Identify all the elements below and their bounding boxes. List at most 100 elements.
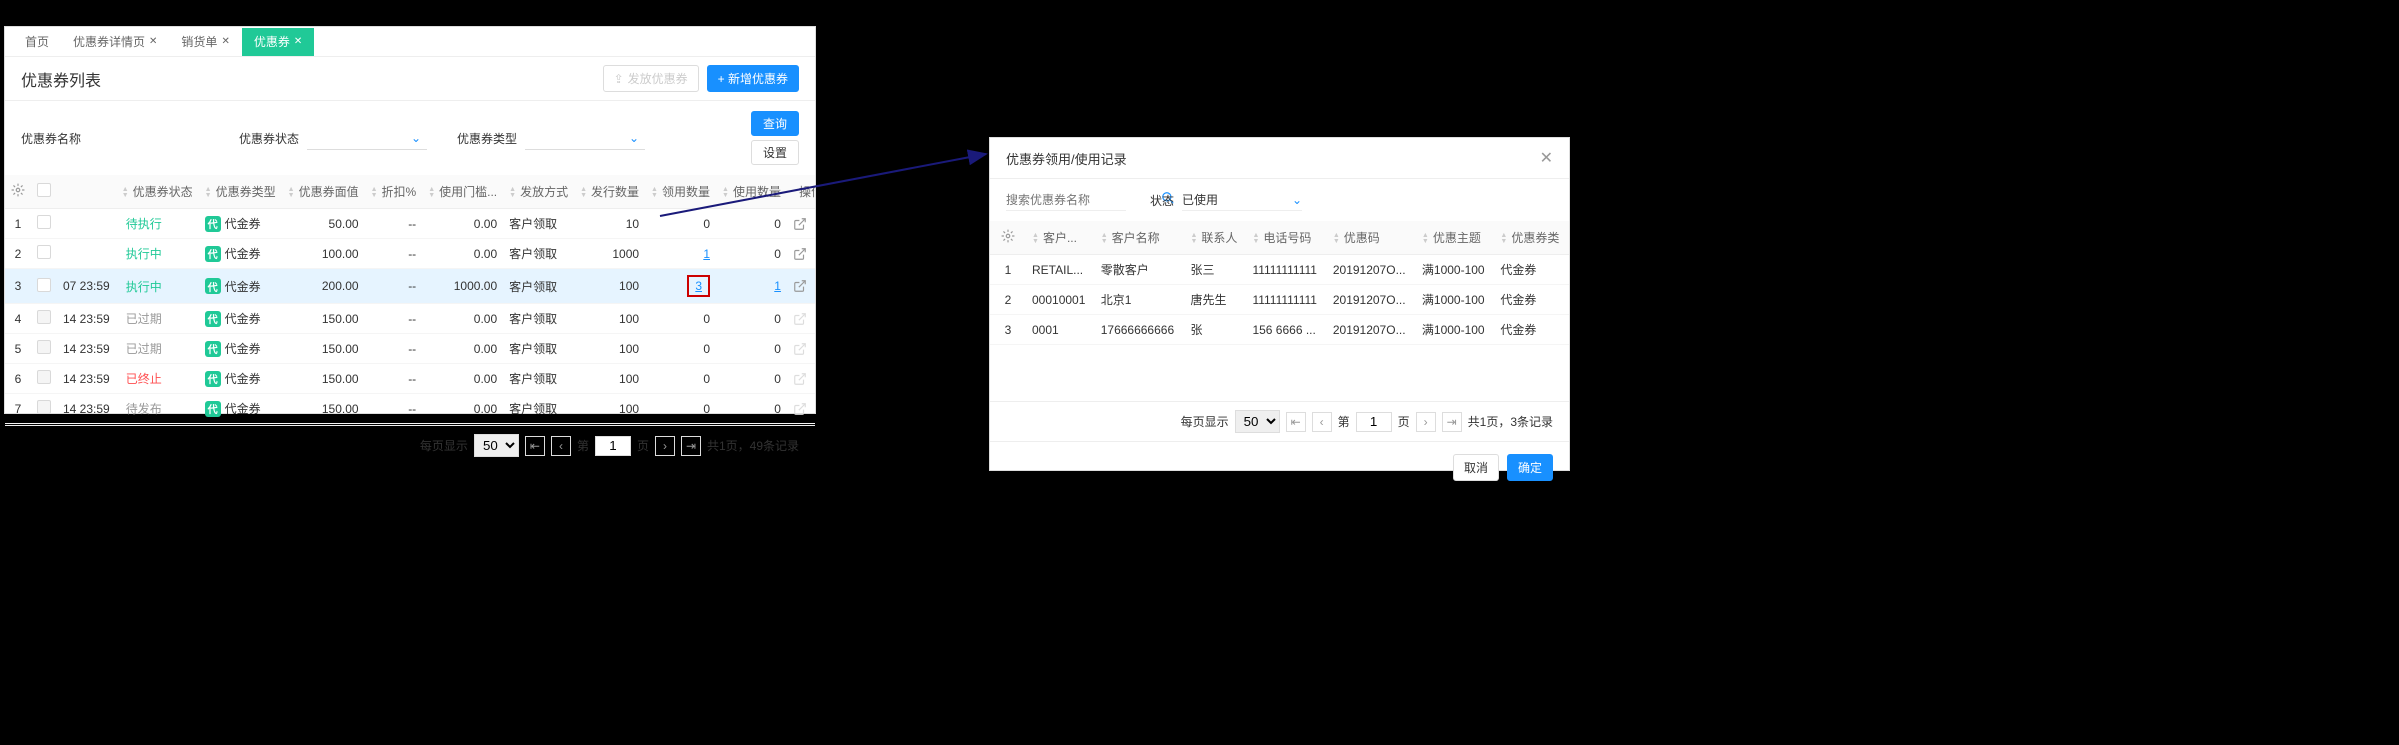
chevron-down-icon: ⌄	[629, 131, 639, 145]
type-select[interactable]: ⌄	[525, 126, 645, 150]
gear-icon[interactable]	[11, 183, 25, 197]
external-link-icon[interactable]	[793, 217, 807, 231]
sort-icon[interactable]	[722, 187, 729, 199]
filter-name: 优惠券名称	[21, 126, 209, 150]
sort-icon[interactable]	[1190, 233, 1197, 245]
select-all-checkbox[interactable]	[37, 183, 51, 197]
sort-icon[interactable]	[205, 187, 212, 199]
settings-button[interactable]: 设置	[751, 140, 799, 165]
prev-page-button[interactable]: ‹	[551, 436, 571, 456]
row-actions	[793, 342, 815, 356]
voucher-icon: 代	[205, 341, 221, 357]
use-link[interactable]: 1	[774, 279, 781, 293]
close-icon[interactable]: ✕	[221, 36, 229, 47]
table-row[interactable]: 614 23:59已终止代代金券150.00--0.00客户领取10000	[5, 364, 815, 394]
row-checkbox[interactable]	[37, 278, 51, 292]
status-badge: 已过期	[122, 340, 166, 357]
sort-icon[interactable]	[428, 187, 435, 199]
row-checkbox[interactable]	[37, 215, 51, 229]
tab-bar: 首页优惠券详情页✕销货单✕优惠券✕	[5, 27, 815, 57]
claim-link[interactable]: 3	[695, 279, 702, 293]
table-row[interactable]: 200010001北京1唐先生1111111111120191207O...满1…	[990, 285, 1569, 315]
status-badge: 已终止	[122, 370, 166, 387]
panel-header: 优惠券列表 ⇪ 发放优惠券 + 新增优惠券	[5, 57, 815, 101]
table-row[interactable]: 1RETAIL...零散客户张三1111111111120191207O...满…	[990, 255, 1569, 285]
sort-icon[interactable]	[1032, 233, 1039, 245]
table-row[interactable]: 2执行中代代金券100.00--0.00客户领取100010	[5, 239, 815, 269]
sort-icon[interactable]	[580, 187, 587, 199]
coupon-name-input[interactable]	[89, 126, 209, 150]
coupon-table: 优惠券状态 优惠券类型 优惠券面值 折扣% 使用门槛... 发放方式 发行数量 …	[5, 175, 815, 425]
external-link-icon	[793, 342, 807, 356]
search-input[interactable]	[1006, 193, 1161, 207]
sort-icon[interactable]	[122, 187, 129, 199]
close-icon[interactable]: ✕	[294, 36, 302, 47]
claim-link[interactable]: 1	[703, 247, 710, 261]
row-checkbox	[37, 310, 51, 324]
page-input[interactable]	[595, 436, 631, 456]
filter-bar: 优惠券名称 优惠券状态 ⌄ 优惠券类型 ⌄ 查询 设置	[5, 101, 815, 175]
external-link-icon[interactable]	[793, 247, 807, 261]
status-badge: 执行中	[122, 278, 166, 295]
usage-table: 客户... 客户名称 联系人 电话号码 优惠码 优惠主题 优惠券类 1RETAI…	[990, 221, 1569, 345]
status-badge: 已过期	[122, 310, 166, 327]
last-page-button[interactable]: ⇥	[681, 436, 701, 456]
distribute-coupon-button[interactable]: ⇪ 发放优惠券	[603, 65, 699, 92]
dialog-pagination: 每页显示 50 ⇤ ‹ 第 页 › ⇥ 共1页，3条记录	[990, 401, 1569, 441]
close-icon[interactable]: ✕	[1540, 148, 1553, 168]
cancel-button[interactable]: 取消	[1453, 454, 1499, 481]
sort-icon[interactable]	[509, 187, 516, 199]
page-size-select[interactable]: 50	[474, 434, 519, 457]
sort-icon[interactable]	[288, 187, 295, 199]
sort-icon[interactable]	[1333, 233, 1340, 245]
header-actions: ⇪ 发放优惠券 + 新增优惠券	[603, 65, 799, 92]
external-link-icon[interactable]	[793, 279, 807, 293]
status-select[interactable]: ⌄	[307, 126, 427, 150]
row-actions	[793, 279, 815, 293]
search-button[interactable]: 查询	[751, 111, 799, 136]
table-row[interactable]: 1待执行代代金券50.00--0.00客户领取1000	[5, 209, 815, 239]
dialog-header: 优惠券领用/使用记录 ✕	[990, 138, 1569, 179]
tab[interactable]: 优惠券详情页✕	[61, 28, 169, 56]
table-row[interactable]: 414 23:59已过期代代金券150.00--0.00客户领取10000	[5, 304, 815, 334]
first-page-button[interactable]: ⇤	[525, 436, 545, 456]
sort-icon[interactable]	[1252, 233, 1259, 245]
sort-icon[interactable]	[1500, 233, 1507, 245]
close-icon[interactable]: ✕	[149, 36, 157, 47]
next-page-button[interactable]: ›	[1416, 412, 1436, 432]
tab[interactable]: 优惠券✕	[242, 28, 314, 56]
table-row[interactable]: 514 23:59已过期代代金券150.00--0.00客户领取10000	[5, 334, 815, 364]
ok-button[interactable]: 确定	[1507, 454, 1553, 481]
tab[interactable]: 首页	[13, 28, 61, 56]
sort-icon[interactable]	[1422, 233, 1429, 245]
status-dropdown[interactable]: 已使用 ⌄	[1182, 189, 1302, 211]
last-page-button[interactable]: ⇥	[1442, 412, 1462, 432]
gear-icon[interactable]	[1001, 229, 1015, 243]
add-coupon-button[interactable]: + 新增优惠券	[707, 65, 799, 92]
table-row[interactable]: 714 23:59待发布代代金券150.00--0.00客户领取10000	[5, 394, 815, 424]
page-size-select[interactable]: 50	[1235, 410, 1280, 433]
first-page-button[interactable]: ⇤	[1286, 412, 1306, 432]
row-checkbox	[37, 370, 51, 384]
dialog-footer: 取消 确定	[990, 441, 1569, 493]
sort-icon[interactable]	[651, 187, 658, 199]
sort-icon[interactable]	[1101, 233, 1108, 245]
coupon-type: 代代金券	[205, 215, 261, 232]
coupon-type: 代代金券	[205, 310, 261, 327]
table-scroll[interactable]: 优惠券状态 优惠券类型 优惠券面值 折扣% 使用门槛... 发放方式 发行数量 …	[5, 175, 815, 425]
chevron-down-icon: ⌄	[1292, 193, 1302, 207]
table-row[interactable]: 3000117666666666张156 6666 ...20191207O..…	[990, 315, 1569, 345]
sort-icon[interactable]	[371, 187, 378, 199]
dialog-table-scroll[interactable]: 客户... 客户名称 联系人 电话号码 优惠码 优惠主题 优惠券类 1RETAI…	[990, 221, 1569, 401]
tab[interactable]: 销货单✕	[169, 28, 241, 56]
page-input[interactable]	[1356, 412, 1392, 432]
row-checkbox[interactable]	[37, 245, 51, 259]
coupon-type: 代代金券	[205, 245, 261, 262]
row-actions	[793, 217, 815, 231]
external-link-icon	[793, 402, 807, 416]
table-row[interactable]: 307 23:59执行中代代金券200.00--1000.00客户领取10031	[5, 269, 815, 304]
voucher-icon: 代	[205, 311, 221, 327]
status-badge: 执行中	[122, 245, 166, 262]
next-page-button[interactable]: ›	[655, 436, 675, 456]
prev-page-button[interactable]: ‹	[1312, 412, 1332, 432]
